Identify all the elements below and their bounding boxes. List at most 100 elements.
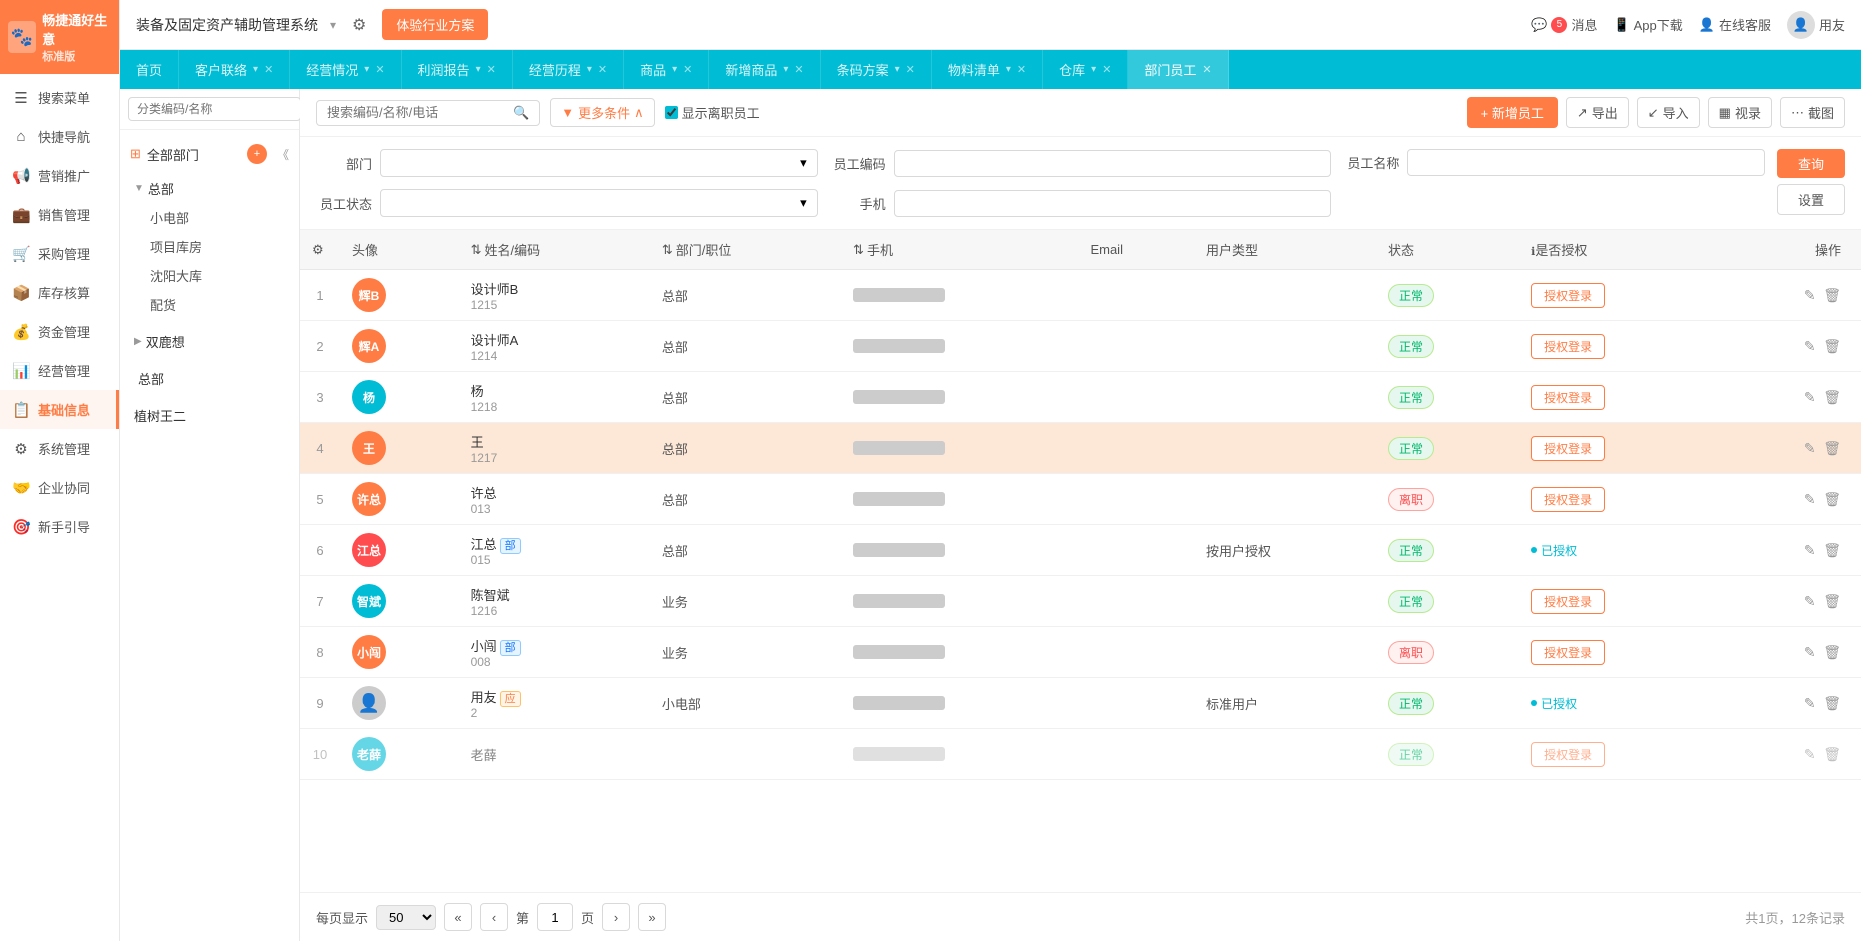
tab-barcode[interactable]: 条码方案 ▾ ✕ [821, 50, 932, 89]
delete-btn[interactable]: 🗑 [1823, 593, 1841, 609]
dept-group-shuanglu-title[interactable]: ▶ 双鹿想 [120, 327, 299, 356]
filter-search-input[interactable] [327, 105, 507, 120]
dept-collapse-btn[interactable]: 《 [277, 146, 289, 163]
sidebar-item-search[interactable]: ☰ 搜索菜单 [0, 78, 119, 117]
message-btn[interactable]: 💬 5 消息 [1531, 15, 1597, 34]
dept-group-zhishu-title[interactable]: 植树王二 [120, 401, 299, 430]
dept-item-xiaodian[interactable]: 小电部 [120, 203, 299, 232]
edit-btn[interactable]: ✎ [1804, 389, 1816, 405]
delete-btn[interactable]: 🗑 [1823, 542, 1841, 558]
tab-customer-close[interactable]: ✕ [264, 63, 273, 76]
sidebar-item-sales[interactable]: 💼 销售管理 [0, 195, 119, 234]
sidebar-item-operations[interactable]: 📊 经营管理 [0, 351, 119, 390]
tab-operations-close[interactable]: ✕ [375, 63, 384, 76]
view-btn[interactable]: ▦ 视录 [1708, 97, 1772, 128]
delete-btn[interactable]: 🗑 [1823, 644, 1841, 660]
dept-group-zongbu-title[interactable]: ▼ 总部 [120, 174, 299, 203]
tab-warehouse-close[interactable]: ✕ [1102, 63, 1111, 76]
tab-history-close[interactable]: ✕ [598, 63, 607, 76]
adv-status-select[interactable]: ▾ [380, 189, 818, 217]
tab-warehouse[interactable]: 仓库 ▾ ✕ [1043, 50, 1128, 89]
sidebar-item-guide[interactable]: 🎯 新手引导 [0, 507, 119, 546]
trial-button[interactable]: 体验行业方案 [382, 9, 488, 40]
auth-btn[interactable]: 授权登录 [1531, 640, 1605, 665]
show-resigned-checkbox[interactable] [665, 106, 678, 119]
sidebar-item-inventory[interactable]: 📦 库存核算 [0, 273, 119, 312]
tab-profit-close[interactable]: ✕ [487, 63, 496, 76]
dept-item-shenyang[interactable]: 沈阳大库 [120, 261, 299, 290]
auth-btn[interactable]: 授权登录 [1531, 487, 1605, 512]
tab-profit[interactable]: 利润报告 ▾ ✕ [402, 50, 513, 89]
query-btn[interactable]: 查询 [1777, 149, 1845, 178]
filter-show-resigned[interactable]: 显示离职员工 [665, 103, 760, 122]
sidebar-item-system[interactable]: ⚙ 系统管理 [0, 429, 119, 468]
first-page-btn[interactable]: « [444, 903, 472, 931]
delete-btn[interactable]: 🗑 [1823, 695, 1841, 711]
tab-history[interactable]: 经营历程 ▾ ✕ [513, 50, 624, 89]
tab-add-goods[interactable]: 新增商品 ▾ ✕ [709, 50, 820, 89]
col-phone[interactable]: ⇅ 手机 [841, 230, 1078, 270]
more-action-btn[interactable]: ⋯ 截图 [1780, 97, 1845, 128]
edit-btn[interactable]: ✎ [1804, 746, 1816, 762]
delete-btn[interactable]: 🗑 [1823, 287, 1841, 303]
add-employee-btn[interactable]: + 新增员工 [1467, 97, 1558, 128]
tab-goods-close[interactable]: ✕ [683, 63, 692, 76]
auth-btn[interactable]: 授权登录 [1531, 283, 1605, 308]
tab-operations[interactable]: 经营情况 ▾ ✕ [290, 50, 401, 89]
sidebar-item-basic[interactable]: 📋 基础信息 [0, 390, 119, 429]
tab-customer[interactable]: 客户联络 ▾ ✕ [179, 50, 290, 89]
tab-barcode-close[interactable]: ✕ [906, 63, 915, 76]
tab-add-goods-close[interactable]: ✕ [794, 63, 803, 76]
export-btn[interactable]: ↗ 导出 [1566, 97, 1629, 128]
filter-search-icon[interactable]: 🔍 [513, 105, 529, 121]
sidebar-item-marketing[interactable]: 📢 营销推广 [0, 156, 119, 195]
tab-home[interactable]: 首页 [120, 50, 179, 89]
delete-btn[interactable]: 🗑 [1823, 746, 1841, 762]
sidebar-item-finance[interactable]: 💰 资金管理 [0, 312, 119, 351]
edit-btn[interactable]: ✎ [1804, 440, 1816, 456]
page-size-select[interactable]: 50 20 100 [376, 905, 436, 930]
online-service-btn[interactable]: 👤 在线客服 [1699, 15, 1771, 34]
dept-item-peihuo[interactable]: 配货 [120, 290, 299, 319]
edit-btn[interactable]: ✎ [1804, 542, 1816, 558]
tab-goods[interactable]: 商品 ▾ ✕ [624, 50, 709, 89]
next-page-btn[interactable]: › [602, 903, 630, 931]
current-page-input[interactable] [537, 903, 573, 931]
set-btn[interactable]: 设置 [1777, 184, 1845, 215]
tab-employees-close[interactable]: ✕ [1202, 63, 1211, 76]
edit-btn[interactable]: ✎ [1804, 287, 1816, 303]
auth-btn[interactable]: 授权登录 [1531, 742, 1605, 767]
delete-btn[interactable]: 🗑 [1823, 389, 1841, 405]
dept-search-input[interactable] [128, 97, 301, 121]
auth-btn[interactable]: 授权登录 [1531, 334, 1605, 359]
prev-page-btn[interactable]: ‹ [480, 903, 508, 931]
sidebar-item-enterprise[interactable]: 🤝 企业协同 [0, 468, 119, 507]
sidebar-item-purchase[interactable]: 🛒 采购管理 [0, 234, 119, 273]
tab-employees[interactable]: 部门员工 ✕ [1128, 50, 1228, 89]
tab-bom[interactable]: 物料清单 ▾ ✕ [932, 50, 1043, 89]
col-dept[interactable]: ⇅ 部门/职位 [650, 230, 841, 270]
import-btn[interactable]: ↙ 导入 [1637, 97, 1700, 128]
filter-more-btn[interactable]: ▼ 更多条件 ∧ [550, 98, 654, 127]
user-menu[interactable]: 👤 用友 [1787, 11, 1845, 39]
delete-btn[interactable]: 🗑 [1823, 491, 1841, 507]
delete-btn[interactable]: 🗑 [1823, 440, 1841, 456]
delete-btn[interactable]: 🗑 [1823, 338, 1841, 354]
edit-btn[interactable]: ✎ [1804, 593, 1816, 609]
dept-item-project[interactable]: 项目库房 [120, 232, 299, 261]
col-settings[interactable]: ⚙ [300, 230, 340, 270]
edit-btn[interactable]: ✎ [1804, 338, 1816, 354]
last-page-btn[interactable]: » [638, 903, 666, 931]
settings-icon[interactable]: ⚙ [352, 15, 366, 35]
adv-name-input[interactable] [1407, 149, 1765, 176]
adv-code-input[interactable] [894, 150, 1332, 177]
dept-add-btn[interactable]: + [247, 144, 267, 164]
sidebar-item-quick-nav[interactable]: ⌂ 快捷导航 [0, 117, 119, 156]
edit-btn[interactable]: ✎ [1804, 644, 1816, 660]
edit-btn[interactable]: ✎ [1804, 695, 1816, 711]
col-name[interactable]: ⇅ 姓名/编码 [459, 230, 650, 270]
tab-bom-close[interactable]: ✕ [1017, 63, 1026, 76]
adv-dept-select[interactable]: ▾ [380, 149, 818, 177]
adv-phone-input[interactable] [894, 190, 1332, 217]
auth-btn[interactable]: 授权登录 [1531, 589, 1605, 614]
